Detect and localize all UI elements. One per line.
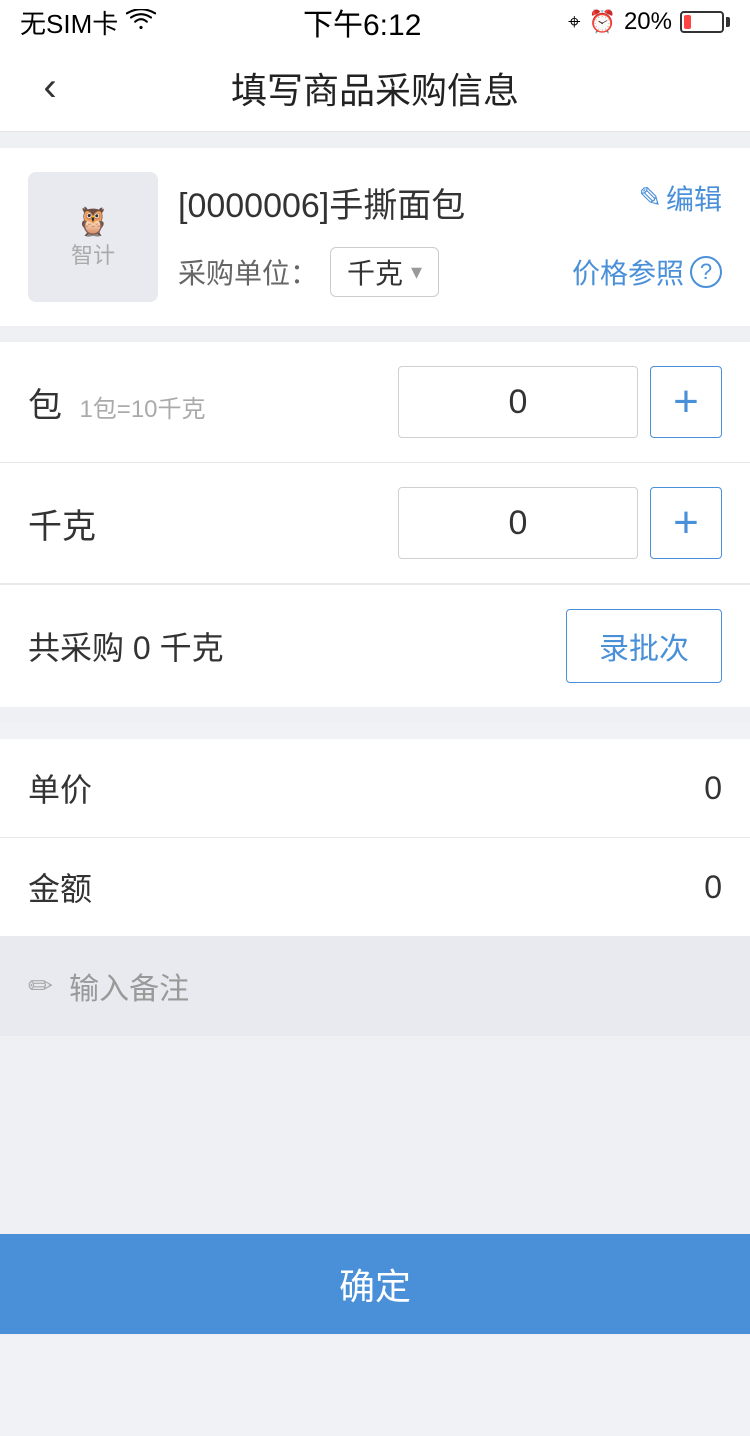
pencil-icon: ✎ — [639, 181, 662, 214]
unit-select[interactable]: 千克 ▾ — [330, 247, 439, 297]
product-info: [0000006]手撕面包 ✎ 编辑 采购单位： 千克 ▾ 价格参照 ? — [178, 178, 722, 297]
plus-button-kg[interactable]: + — [650, 487, 722, 559]
label-bao: 包 1包=10千克 — [28, 378, 206, 427]
bottom-pad — [0, 1336, 750, 1436]
wifi-icon — [126, 7, 156, 38]
status-bar: 无SIM卡 下午6:12 ⌖ ⏰ 20% — [0, 0, 750, 44]
product-name: [0000006]手撕面包 — [178, 178, 465, 227]
remark-section[interactable]: ✏ 输入备注 — [0, 936, 750, 1036]
summary-row: 共采购 0 千克 录批次 — [0, 584, 750, 707]
unit-label: 采购单位： — [178, 252, 318, 292]
battery-icon — [680, 11, 730, 33]
form-section: 包 1包=10千克 + 千克 + 共采购 0 千克 录批次 — [0, 342, 750, 707]
unit-value: 千克 — [347, 252, 403, 292]
unit-row: 采购单位： 千克 ▾ 价格参照 ? — [178, 247, 722, 297]
price-section: 单价 0 金额 0 — [0, 739, 750, 936]
carrier-text: 无SIM卡 — [20, 4, 118, 41]
form-row-bao: 包 1包=10千克 + — [0, 342, 750, 463]
price-value-amount: 0 — [704, 869, 722, 906]
remark-pencil-icon: ✏ — [28, 969, 53, 1004]
label-kg: 千克 — [28, 499, 118, 548]
edit-button[interactable]: ✎ 编辑 — [639, 178, 722, 218]
alarm-icon: ⏰ — [589, 9, 616, 35]
confirm-button[interactable]: 确定 — [0, 1234, 750, 1334]
price-value-unit: 0 — [704, 770, 722, 807]
status-right: ⌖ ⏰ 20% — [568, 8, 730, 36]
quantity-input-bao[interactable] — [398, 366, 638, 438]
chevron-down-icon: ▾ — [411, 259, 422, 285]
help-icon: ? — [690, 256, 722, 288]
remark-placeholder: 输入备注 — [69, 964, 189, 1008]
divider-price — [0, 707, 750, 723]
location-icon: ⌖ — [568, 9, 580, 35]
divider-top — [0, 132, 750, 148]
quantity-wrap-bao: + — [226, 366, 722, 438]
summary-text: 共采购 0 千克 — [28, 623, 224, 669]
price-row-unit: 单价 0 — [0, 739, 750, 838]
price-label-unit: 单价 — [28, 765, 92, 811]
product-logo: 🦉 智计 — [71, 202, 115, 272]
quantity-wrap-kg: + — [138, 487, 722, 559]
quantity-input-kg[interactable] — [398, 487, 638, 559]
product-image: 🦉 智计 — [28, 172, 158, 302]
price-row-amount: 金额 0 — [0, 838, 750, 936]
divider-mid — [0, 326, 750, 342]
product-card: 🦉 智计 [0000006]手撕面包 ✎ 编辑 采购单位： 千克 ▾ 价格参照 … — [0, 148, 750, 326]
product-name-row: [0000006]手撕面包 ✎ 编辑 — [178, 178, 722, 227]
edit-label: 编辑 — [666, 178, 722, 218]
status-time: 下午6:12 — [303, 0, 421, 44]
back-button[interactable]: ‹ — [20, 58, 80, 118]
battery-percentage: 20% — [624, 8, 672, 36]
label-bao-sub: 1包=10千克 — [79, 396, 205, 423]
price-ref-button[interactable]: 价格参照 ? — [572, 252, 722, 292]
page-title: 填写商品采购信息 — [231, 62, 519, 114]
logo-text: 智计 — [71, 241, 115, 272]
batch-button[interactable]: 录批次 — [566, 609, 722, 683]
price-ref-label: 价格参照 — [572, 252, 684, 292]
price-label-amount: 金额 — [28, 864, 92, 910]
nav-bar: ‹ 填写商品采购信息 — [0, 44, 750, 132]
plus-button-bao[interactable]: + — [650, 366, 722, 438]
status-left: 无SIM卡 — [20, 4, 156, 41]
form-row-kg: 千克 + — [0, 463, 750, 584]
